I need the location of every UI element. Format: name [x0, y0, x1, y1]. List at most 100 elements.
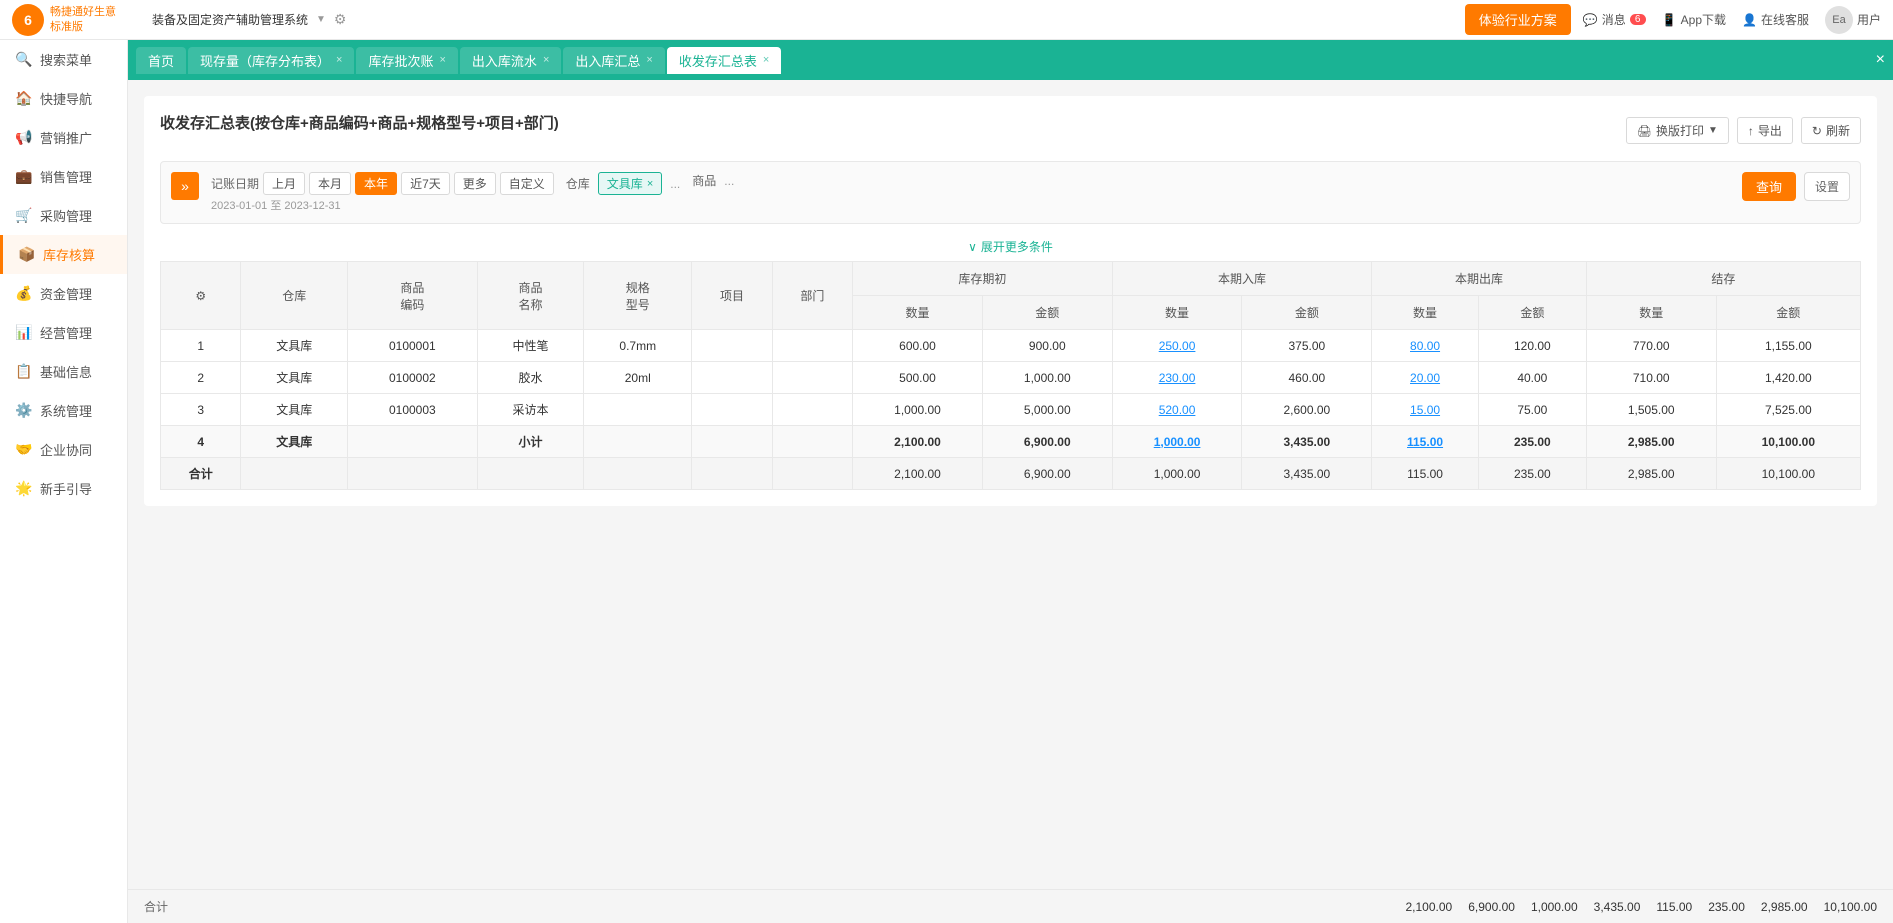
system-title-text: 装备及固定资产辅助管理系统 [152, 11, 308, 28]
row-in-qty[interactable]: 230.00 [1112, 362, 1242, 394]
date-btn-last-month[interactable]: 上月 [263, 172, 305, 195]
sidebar-item-system[interactable]: ⚙️ 系统管理 [0, 391, 127, 430]
tab-inventory-dist[interactable]: 现存量（库存分布表） × [188, 47, 354, 74]
row-in-qty[interactable]: 1,000.00 [1112, 426, 1242, 458]
sidebar-item-marketing[interactable]: 📢 营销推广 [0, 118, 127, 157]
sidebar-item-operations[interactable]: 📊 经营管理 [0, 313, 127, 352]
row-opening-amt: 1,000.00 [982, 362, 1112, 394]
row-balance-amt: 7,525.00 [1716, 394, 1860, 426]
tab-inout-summary[interactable]: 出入库汇总 × [563, 47, 664, 74]
row-out-qty[interactable]: 15.00 [1372, 394, 1479, 426]
col-settings[interactable]: ⚙ [161, 262, 241, 330]
sidebar-item-quick-nav[interactable]: 🏠 快捷导航 [0, 79, 127, 118]
row-department [772, 426, 852, 458]
try-industry-button[interactable]: 体验行业方案 [1465, 4, 1571, 35]
warehouse-more-btn[interactable]: ... [670, 177, 680, 191]
app-container: 6 畅捷通好生意 标准版 装备及固定资产辅助管理系统 ▼ ⚙ 体验行业方案 💬 … [0, 0, 1893, 923]
footer-opening-amt: 6,900.00 [1468, 900, 1515, 914]
row-out-qty-link[interactable]: 20.00 [1410, 371, 1440, 385]
filter-settings-button[interactable]: 设置 [1804, 172, 1850, 201]
data-table-wrapper: ⚙ 仓库 商品编码 商品名称 规格型号 项目 部门 库存期初 本期入库 本期 [160, 261, 1861, 490]
sidebar-item-purchase[interactable]: 🛒 采购管理 [0, 196, 127, 235]
warehouse-tag-close[interactable]: × [647, 178, 653, 190]
export-button[interactable]: ↑ 导出 [1737, 117, 1793, 144]
sidebar-item-basic-info[interactable]: 📋 基础信息 [0, 352, 127, 391]
expand-more-bar[interactable]: ∨ 展开更多条件 [160, 232, 1861, 261]
col-name-header: 商品名称 [477, 262, 584, 330]
col-out-qty-header: 数量 [1372, 296, 1479, 330]
tab-close-inout-flow[interactable]: × [543, 54, 549, 66]
message-button[interactable]: 💬 消息 6 [1583, 11, 1646, 28]
tab-close-inout-summary[interactable]: × [646, 54, 652, 66]
sidebar-item-enterprise[interactable]: 🤝 企业协同 [0, 430, 127, 469]
col-in-amt-header: 金额 [1242, 296, 1372, 330]
row-out-qty-link[interactable]: 115.00 [1407, 435, 1443, 449]
query-button[interactable]: 查询 [1742, 172, 1796, 201]
tab-receivable-summary[interactable]: 收发存汇总表 × [667, 47, 781, 74]
tab-close-batch-account[interactable]: × [439, 54, 445, 66]
sidebar-item-inventory[interactable]: 📦 库存核算 [0, 235, 127, 274]
tab-batch-account[interactable]: 库存批次账 × [356, 47, 457, 74]
refresh-icon: ↻ [1812, 124, 1822, 138]
row-opening-qty: 1,000.00 [853, 394, 983, 426]
row-no: 1 [161, 330, 241, 362]
goods-label: 商品 [692, 172, 716, 189]
row-name: 小计 [477, 426, 584, 458]
goods-more-btn[interactable]: ... [724, 174, 734, 188]
online-service-button[interactable]: 👤 在线客服 [1742, 11, 1809, 28]
row-out-qty[interactable]: 115.00 [1372, 426, 1479, 458]
top-right-actions: 💬 消息 6 📱 App下载 👤 在线客服 Ea 用户 [1583, 6, 1881, 34]
row-warehouse: 文具库 [241, 426, 348, 458]
row-project [692, 330, 772, 362]
page-card: 收发存汇总表(按仓库+商品编码+商品+规格型号+项目+部门) 🖨 换版打印 ▼ … [144, 96, 1877, 506]
row-in-qty-link[interactable]: 250.00 [1159, 339, 1196, 353]
tab-bar-close-all[interactable]: × [1876, 51, 1885, 69]
date-btn-custom[interactable]: 自定义 [500, 172, 554, 195]
row-opening-qty: 500.00 [853, 362, 983, 394]
row-in-qty-link[interactable]: 230.00 [1159, 371, 1196, 385]
print-button[interactable]: 🖨 换版打印 ▼ [1626, 117, 1729, 144]
row-code: 0100001 [347, 330, 477, 362]
row-in-qty-link[interactable]: 520.00 [1159, 403, 1196, 417]
footer-cell: 115.00 [1372, 458, 1479, 490]
row-out-qty-link[interactable]: 15.00 [1410, 403, 1440, 417]
sidebar: 🔍 搜索菜单 🏠 快捷导航 📢 营销推广 💼 销售管理 🛒 采购管理 📦 [0, 40, 128, 923]
refresh-button[interactable]: ↻ 刷新 [1801, 117, 1861, 144]
date-btn-this-month[interactable]: 本月 [309, 172, 351, 195]
warehouse-tag: 文具库 × [598, 172, 662, 195]
date-btn-this-year[interactable]: 本年 [355, 172, 397, 195]
sidebar-item-sales[interactable]: 💼 销售管理 [0, 157, 127, 196]
row-out-qty-link[interactable]: 80.00 [1410, 339, 1440, 353]
gear-icon[interactable]: ⚙ [334, 11, 347, 28]
sidebar-item-guide[interactable]: 🌟 新手引导 [0, 469, 127, 508]
page-title: 收发存汇总表(按仓库+商品编码+商品+规格型号+项目+部门) [160, 112, 559, 133]
app-download-button[interactable]: 📱 App下载 [1662, 11, 1726, 28]
row-code: 0100003 [347, 394, 477, 426]
date-btn-more[interactable]: 更多 [454, 172, 496, 195]
row-name: 中性笔 [477, 330, 584, 362]
row-project [692, 362, 772, 394]
tab-close-inventory-dist[interactable]: × [336, 54, 342, 66]
footer-balance-amt: 10,100.00 [1824, 900, 1877, 914]
tab-close-receivable-summary[interactable]: × [763, 54, 769, 66]
col-balance-header: 结存 [1586, 262, 1860, 296]
finance-icon: 💰 [16, 286, 32, 302]
tab-home[interactable]: 首页 [136, 47, 186, 74]
system-icon: ⚙️ [16, 403, 32, 419]
row-in-qty-link[interactable]: 1,000.00 [1154, 435, 1201, 449]
row-out-qty[interactable]: 80.00 [1372, 330, 1479, 362]
row-in-qty[interactable]: 520.00 [1112, 394, 1242, 426]
row-in-amt: 375.00 [1242, 330, 1372, 362]
sidebar-item-finance[interactable]: 💰 资金管理 [0, 274, 127, 313]
row-warehouse: 文具库 [241, 362, 348, 394]
sidebar-item-search[interactable]: 🔍 搜索菜单 [0, 40, 127, 79]
filter-toggle-button[interactable]: » [171, 172, 199, 200]
row-out-qty[interactable]: 20.00 [1372, 362, 1479, 394]
user-menu-button[interactable]: Ea 用户 [1825, 6, 1881, 34]
tab-inout-flow[interactable]: 出入库流水 × [460, 47, 561, 74]
date-btn-7days[interactable]: 近7天 [401, 172, 450, 195]
footer-opening-qty: 2,100.00 [1406, 900, 1453, 914]
row-in-amt: 460.00 [1242, 362, 1372, 394]
row-in-qty[interactable]: 250.00 [1112, 330, 1242, 362]
col-spec-header: 规格型号 [584, 262, 692, 330]
